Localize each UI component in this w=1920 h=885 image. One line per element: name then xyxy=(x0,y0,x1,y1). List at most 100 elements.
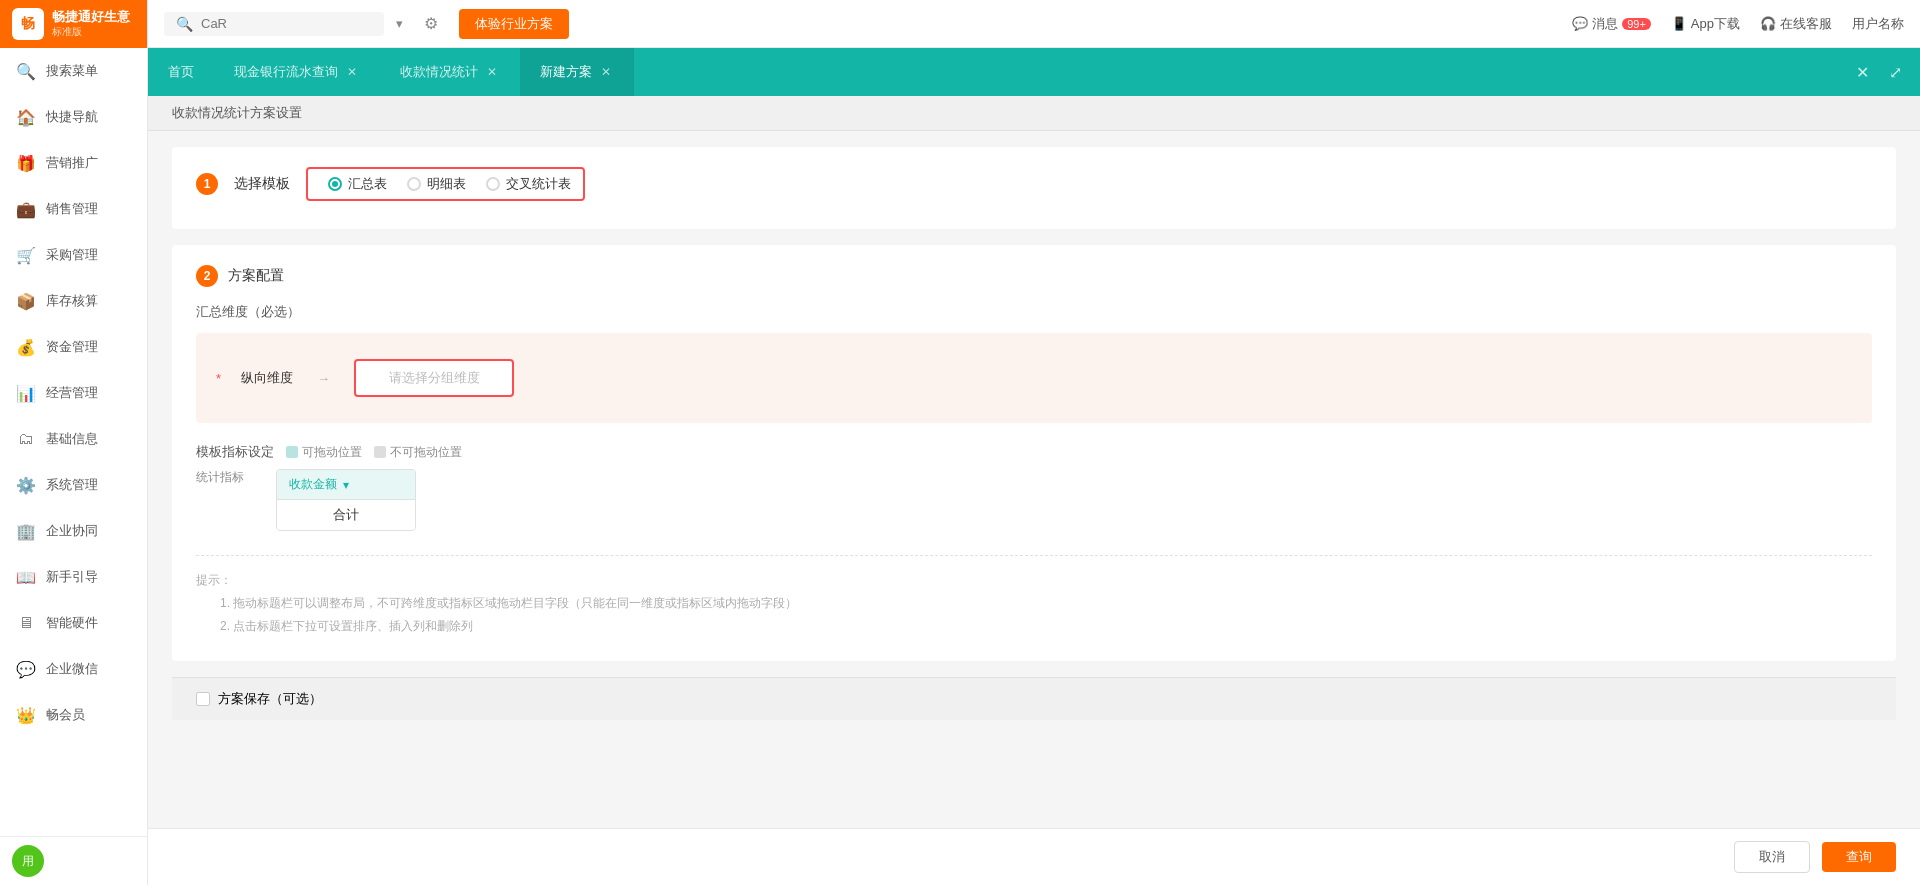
indicator-col-header[interactable]: 收款金额 ▾ xyxy=(277,470,415,500)
page-content: 收款情况统计方案设置 1 选择模板 汇总表 xyxy=(148,96,1920,885)
sidebar-item-label-guide: 新手引导 xyxy=(46,568,98,586)
step2-label: 方案配置 xyxy=(228,267,284,285)
user-name[interactable]: 用户名称 xyxy=(1852,15,1904,33)
legend-movable: 可拖动位置 xyxy=(286,444,362,461)
support-label: 在线客服 xyxy=(1780,15,1832,33)
inventory-icon: 📦 xyxy=(16,292,36,311)
dropdown-icon[interactable]: ▾ xyxy=(396,16,403,31)
finance-icon: 💰 xyxy=(16,338,36,357)
sidebar-item-label-marketing: 营销推广 xyxy=(46,154,98,172)
tab-stats-label: 收款情况统计 xyxy=(400,63,478,81)
sidebar-logo: 畅 畅捷通好生意 标准版 xyxy=(0,0,147,48)
dim-selector[interactable]: 请选择分组维度 xyxy=(354,359,514,397)
sidebar-item-finance[interactable]: 💰 资金管理 xyxy=(0,324,147,370)
sidebar-item-member[interactable]: 👑 畅会员 xyxy=(0,692,147,738)
logo-icon: 畅 xyxy=(12,8,44,40)
movable-label: 可拖动位置 xyxy=(302,444,362,461)
tab-stats-close[interactable]: ✕ xyxy=(484,64,500,80)
vertical-dim-label: 纵向维度 xyxy=(241,369,293,387)
tab-new-plan-label: 新建方案 xyxy=(540,63,592,81)
gear-icon: ⚙ xyxy=(424,14,438,33)
sidebar: 畅 畅捷通好生意 标准版 🔍 搜索菜单 🏠 快捷导航 🎁 营销推广 💼 销售管理… xyxy=(0,0,148,885)
sidebar-item-collab[interactable]: 🏢 企业协同 xyxy=(0,508,147,554)
sidebar-item-search-menu[interactable]: 🔍 搜索菜单 xyxy=(0,48,147,94)
step2-section: 2 方案配置 汇总维度（必选） * 纵向维度 → 请选择分组维度 xyxy=(172,245,1896,661)
radio-detail-dot xyxy=(407,177,421,191)
col-dropdown-icon[interactable]: ▾ xyxy=(343,478,349,492)
radio-summary-label: 汇总表 xyxy=(348,175,387,193)
operation-icon: 📊 xyxy=(16,384,36,403)
messages-badge: 99+ xyxy=(1622,18,1651,30)
step1-header: 1 选择模板 汇总表 明细表 xyxy=(196,167,1872,201)
radio-cross[interactable]: 交叉统计表 xyxy=(486,175,571,193)
query-button[interactable]: 查询 xyxy=(1822,842,1896,872)
save-label: 方案保存（可选） xyxy=(218,690,322,708)
marketing-icon: 🎁 xyxy=(16,154,36,173)
category-label: 统计指标 xyxy=(196,469,244,486)
collab-icon: 🏢 xyxy=(16,522,36,541)
sidebar-item-label-member: 畅会员 xyxy=(46,706,85,724)
unmovable-label: 不可拖动位置 xyxy=(390,444,462,461)
sidebar-item-guide[interactable]: 📖 新手引导 xyxy=(0,554,147,600)
expand-window-btn[interactable]: ⤢ xyxy=(1883,61,1908,84)
radio-detail[interactable]: 明细表 xyxy=(407,175,466,193)
sidebar-item-operation[interactable]: 📊 经营管理 xyxy=(0,370,147,416)
tab-bank-label: 现金银行流水查询 xyxy=(234,63,338,81)
sidebar-item-marketing[interactable]: 🎁 营销推广 xyxy=(0,140,147,186)
cancel-button[interactable]: 取消 xyxy=(1734,841,1810,873)
close-window-btn[interactable]: ✕ xyxy=(1850,61,1875,84)
industry-btn[interactable]: 体验行业方案 xyxy=(459,9,569,39)
system-icon: ⚙️ xyxy=(16,476,36,495)
tab-stats[interactable]: 收款情况统计 ✕ xyxy=(380,48,520,96)
sidebar-item-inventory[interactable]: 📦 库存核算 xyxy=(0,278,147,324)
tips-section: 提示： 1. 拖动标题栏可以调整布局，不可跨维度或指标区域拖动栏目字段（只能在同… xyxy=(196,555,1872,635)
quick-nav-icon: 🏠 xyxy=(16,108,36,127)
support-btn[interactable]: 🎧 在线客服 xyxy=(1760,15,1832,33)
tab-new-plan[interactable]: 新建方案 ✕ xyxy=(520,48,634,96)
step2-header: 2 方案配置 xyxy=(196,265,1872,287)
sidebar-item-sales[interactable]: 💼 销售管理 xyxy=(0,186,147,232)
sidebar-item-quick-nav[interactable]: 🏠 快捷导航 xyxy=(0,94,147,140)
page-header: 收款情况统计方案设置 xyxy=(148,96,1920,131)
search-input[interactable] xyxy=(201,16,361,31)
messages-btn[interactable]: 💬 消息 99+ xyxy=(1572,15,1651,33)
sidebar-item-wechat[interactable]: 💬 企业微信 xyxy=(0,646,147,692)
sidebar-item-label-nav: 快捷导航 xyxy=(46,108,98,126)
tab-home[interactable]: 首页 xyxy=(148,48,214,96)
required-star: * xyxy=(216,371,221,386)
app-download-btn[interactable]: 📱 App下载 xyxy=(1671,15,1740,33)
step1-badge: 1 xyxy=(196,173,218,195)
topbar: 🔍 ▾ ⚙ 体验行业方案 💬 消息 99+ 📱 App下载 🎧 在线客服 用户名… xyxy=(148,0,1920,48)
radio-summary[interactable]: 汇总表 xyxy=(328,175,387,193)
logo-subtitle: 标准版 xyxy=(52,25,130,39)
sidebar-item-label-purchase: 采购管理 xyxy=(46,246,98,264)
tab-bank-close[interactable]: ✕ xyxy=(344,64,360,80)
save-checkbox[interactable] xyxy=(196,692,210,706)
sidebar-item-purchase[interactable]: 🛒 采购管理 xyxy=(0,232,147,278)
save-section: 方案保存（可选） xyxy=(172,677,1896,720)
radio-cross-label: 交叉统计表 xyxy=(506,175,571,193)
sidebar-item-hardware[interactable]: 🖥 智能硬件 xyxy=(0,600,147,646)
messages-icon: 💬 xyxy=(1572,16,1588,31)
download-icon: 📱 xyxy=(1671,16,1687,31)
tip-line-2: 2. 点击标题栏下拉可设置排序、插入列和删除列 xyxy=(196,618,1872,635)
sidebar-bottom: 用 xyxy=(0,836,147,885)
member-icon: 👑 xyxy=(16,706,36,725)
tab-new-plan-close[interactable]: ✕ xyxy=(598,64,614,80)
template-radio-group: 汇总表 明细表 交叉统计表 xyxy=(328,175,571,193)
tab-bank[interactable]: 现金银行流水查询 ✕ xyxy=(214,48,380,96)
sidebar-item-basic[interactable]: 🗂 基础信息 xyxy=(0,416,147,462)
search-icon: 🔍 xyxy=(176,16,193,32)
download-label: App下载 xyxy=(1691,15,1740,33)
indicator-section: 模板指标设定 可拖动位置 不可拖动位置 统计指标 xyxy=(196,443,1872,531)
dimension-title: 汇总维度（必选） xyxy=(196,303,1872,321)
indicator-row-total: 合计 xyxy=(277,500,415,530)
tab-bar: 首页 现金银行流水查询 ✕ 收款情况统计 ✕ 新建方案 ✕ ✕ ⤢ xyxy=(148,48,1920,96)
sidebar-item-label-collab: 企业协同 xyxy=(46,522,98,540)
sidebar-item-label-finance: 资金管理 xyxy=(46,338,98,356)
topbar-right: 💬 消息 99+ 📱 App下载 🎧 在线客服 用户名称 xyxy=(1572,15,1904,33)
col-label: 收款金额 xyxy=(289,476,337,493)
gear-button[interactable]: ⚙ xyxy=(415,8,447,40)
sidebar-item-system[interactable]: ⚙️ 系统管理 xyxy=(0,462,147,508)
search-box[interactable]: 🔍 xyxy=(164,12,384,36)
